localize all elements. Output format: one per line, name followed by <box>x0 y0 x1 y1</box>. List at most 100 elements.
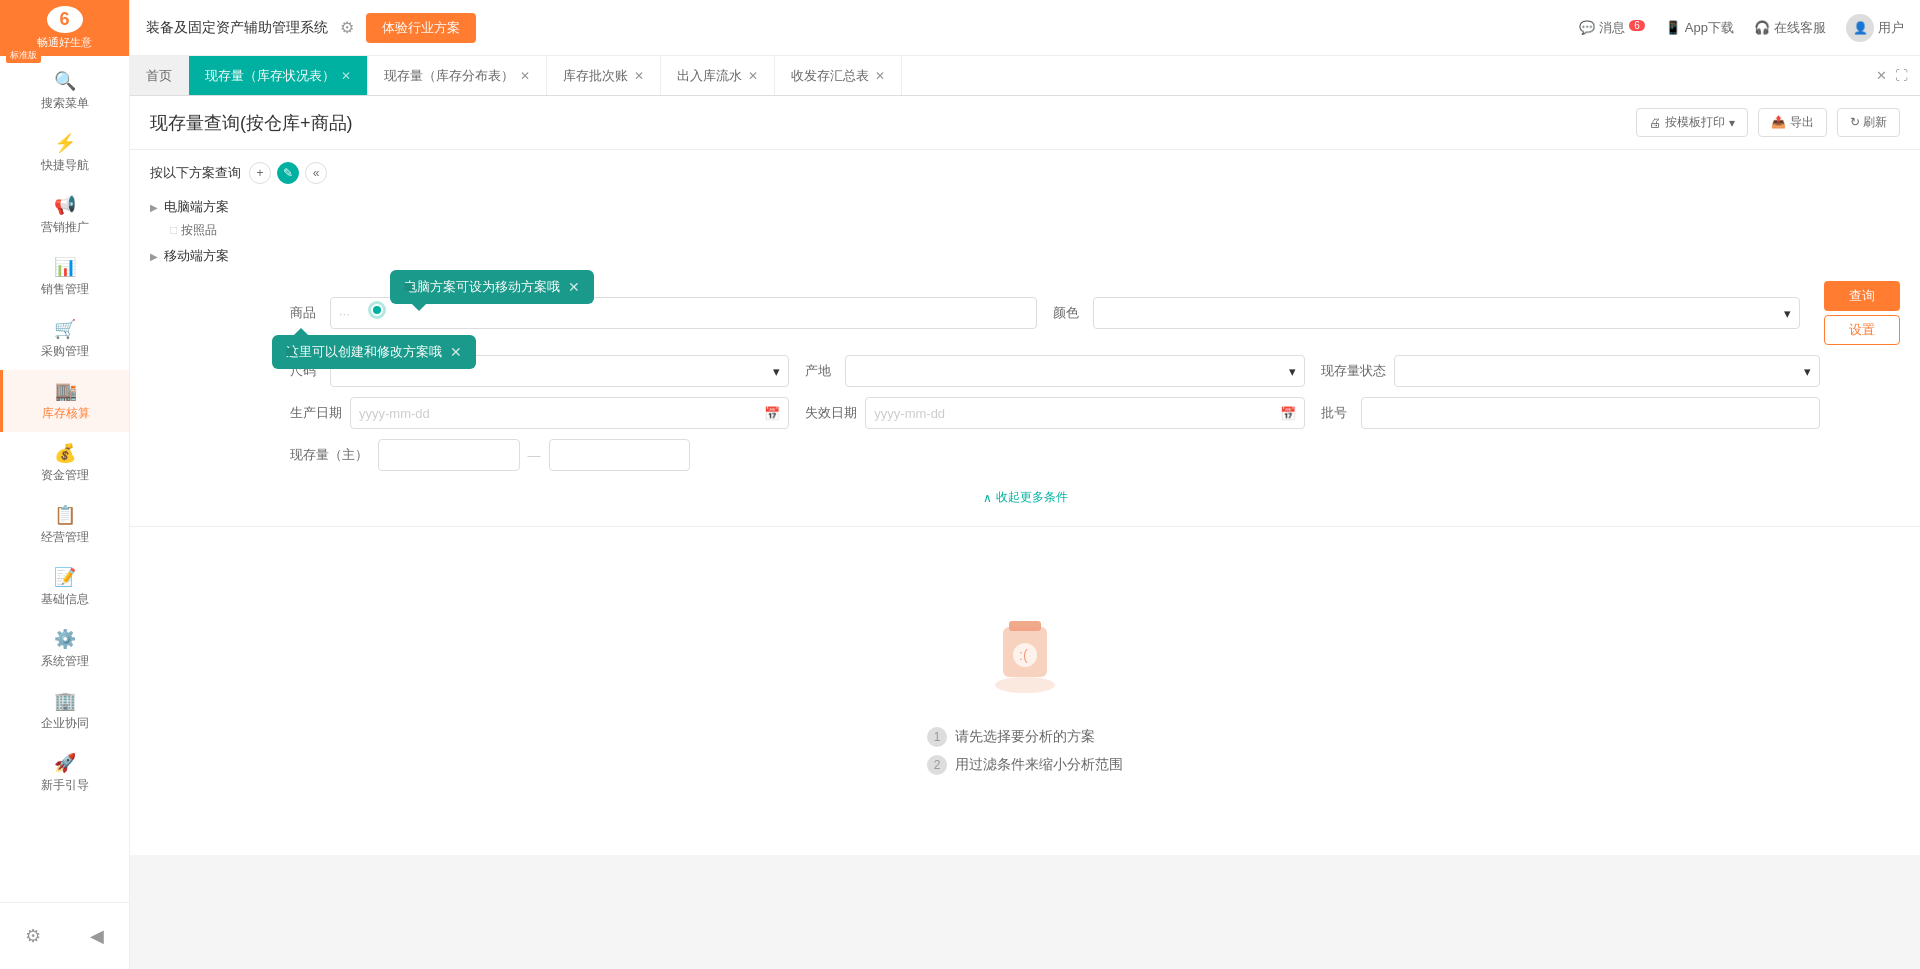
online-service-btn[interactable]: 🎧 在线客服 <box>1754 19 1826 37</box>
sidebar-item-label: 经营管理 <box>41 529 89 546</box>
color-select[interactable]: ▾ <box>1093 297 1800 329</box>
tooltip-scheme-close[interactable]: ✕ <box>568 279 580 295</box>
purchase-icon: 🛒 <box>54 318 76 340</box>
svg-text::(: :( <box>1019 647 1028 663</box>
expire-date-cal-icon: 📅 <box>1280 406 1296 421</box>
message-icon: 💬 <box>1579 20 1595 35</box>
scheme-sub-item[interactable]: □按照品 <box>150 222 1900 239</box>
online-service-label: 在线客服 <box>1774 19 1826 37</box>
header: 装备及固定资产辅助管理系统 ⚙ 体验行业方案 💬 消息 6 📱 App下载 🎧 … <box>130 0 1920 56</box>
tab-close-receive-summary[interactable]: ✕ <box>875 69 885 83</box>
refresh-btn[interactable]: ↻ 刷新 <box>1837 108 1900 137</box>
user-profile-btn[interactable]: 👤 用户 <box>1846 14 1904 42</box>
expire-date-input[interactable]: yyyy-mm-dd 📅 <box>865 397 1304 429</box>
app-download-btn[interactable]: 📱 App下载 <box>1665 19 1734 37</box>
sidebar-item-system[interactable]: ⚙️ 系统管理 <box>0 618 129 680</box>
export-btn[interactable]: 📤 导出 <box>1758 108 1826 137</box>
sidebar-item-basicinfo[interactable]: 📝 基础信息 <box>0 556 129 618</box>
header-right: 💬 消息 6 📱 App下载 🎧 在线客服 👤 用户 <box>1579 14 1904 42</box>
tab-close-inout-flow[interactable]: ✕ <box>748 69 758 83</box>
message-btn[interactable]: 💬 消息 6 <box>1579 19 1645 37</box>
stock-status-select[interactable]: ▾ <box>1394 355 1820 387</box>
scheme-pc-label: 电脑端方案 <box>164 198 229 216</box>
header-settings-icon[interactable]: ⚙ <box>340 18 354 37</box>
collapse-icon: ◀ <box>90 925 104 947</box>
tip-1-num: 1 <box>927 727 947 747</box>
page-title: 现存量查询(按仓库+商品) <box>150 111 353 135</box>
scheme-tree-mobile[interactable]: ▶ 移动端方案 <box>150 243 1900 269</box>
inventory-icon: 🏬 <box>55 380 77 402</box>
svg-rect-2 <box>1009 621 1041 631</box>
sidebar-collapse-btn[interactable]: ◀ <box>90 917 104 955</box>
sidebar-item-finance[interactable]: 💰 资金管理 <box>0 432 129 494</box>
stock-status-arrow: ▾ <box>1804 364 1811 379</box>
sidebar-settings-btn[interactable]: ⚙ <box>25 917 41 955</box>
sidebar-item-guide[interactable]: 🚀 新手引导 <box>0 742 129 804</box>
sidebar-item-enterprise[interactable]: 🏢 企业协同 <box>0 680 129 742</box>
reset-btn[interactable]: 设置 <box>1824 315 1900 345</box>
sidebar: 6 畅通好生意 标准版 🔍 搜索菜单 ⚡ 快捷导航 📢 营销推广 📊 销售管理 … <box>0 0 130 969</box>
tooltip-create-close[interactable]: ✕ <box>450 344 462 360</box>
sidebar-item-marketing[interactable]: 📢 营销推广 <box>0 184 129 246</box>
empty-tip-1: 1 请先选择要分析的方案 <box>927 727 1123 747</box>
filter-group-expire-date: 失效日期 yyyy-mm-dd 📅 <box>805 397 1304 429</box>
filter-area: 按以下方案查询 + ✎ « ▶ 电脑端方案 □按照品 <box>130 150 1920 527</box>
scheme-tree-pc[interactable]: ▶ 电脑端方案 <box>150 194 1900 220</box>
system-name: 装备及固定资产辅助管理系统 <box>146 19 328 37</box>
sidebar-item-label: 快捷导航 <box>41 157 89 174</box>
add-scheme-btn[interactable]: + <box>249 162 271 184</box>
tab-batch-ledger[interactable]: 库存批次账 ✕ <box>547 56 661 95</box>
sidebar-item-operations[interactable]: 📋 经营管理 <box>0 494 129 556</box>
tab-inventory-dist[interactable]: 现存量（库存分布表） ✕ <box>368 56 547 95</box>
tabbar-close-icon[interactable]: ✕ <box>1876 68 1887 83</box>
sidebar-item-quicknav[interactable]: ⚡ 快捷导航 <box>0 122 129 184</box>
origin-select[interactable]: ▾ <box>845 355 1304 387</box>
sales-icon: 📊 <box>54 256 76 278</box>
tab-inventory-dist-label: 现存量（库存分布表） <box>384 67 514 85</box>
sidebar-item-inventory[interactable]: 🏬 库存核算 <box>0 370 129 432</box>
header-left: 装备及固定资产辅助管理系统 ⚙ 体验行业方案 <box>146 13 476 43</box>
filter-group-stock-main: 现存量（主） — <box>290 439 690 471</box>
tabbar-fullscreen-icon[interactable]: ⛶ <box>1895 68 1908 83</box>
stock-main-max[interactable] <box>549 439 691 471</box>
edit-scheme-btn[interactable]: ✎ <box>277 162 299 184</box>
export-label: 导出 <box>1790 115 1814 129</box>
sidebar-item-sales[interactable]: 📊 销售管理 <box>0 246 129 308</box>
tab-receive-summary[interactable]: 收发存汇总表 ✕ <box>775 56 902 95</box>
template-print-btn[interactable]: 🖨 按模板打印 ▾ <box>1636 108 1748 137</box>
sidebar-item-purchase[interactable]: 🛒 采购管理 <box>0 308 129 370</box>
sidebar-item-search[interactable]: 🔍 搜索菜单 <box>0 60 129 122</box>
tab-inout-flow[interactable]: 出入库流水 ✕ <box>661 56 775 95</box>
system-icon: ⚙️ <box>54 628 76 650</box>
tree-arrow-mobile: ▶ <box>150 251 158 262</box>
tab-close-inventory-dist[interactable]: ✕ <box>520 69 530 83</box>
filter-group-origin: 产地 ▾ <box>805 355 1304 387</box>
produce-date-input[interactable]: yyyy-mm-dd 📅 <box>350 397 789 429</box>
filter-row-3: 生产日期 yyyy-mm-dd 📅 失效日期 yyyy-mm-dd 📅 <box>150 397 1900 429</box>
logo-icon: 6 <box>47 6 83 33</box>
collapse-filter-btn[interactable]: ∧ 收起更多条件 <box>150 481 1900 514</box>
tip-1-text: 请先选择要分析的方案 <box>955 728 1095 746</box>
stock-status-label: 现存量状态 <box>1321 362 1386 380</box>
batch-no-input[interactable] <box>1361 397 1820 429</box>
template-print-arrow: ▾ <box>1729 116 1735 130</box>
settings-icon: ⚙ <box>25 925 41 947</box>
basicinfo-icon: 📝 <box>54 566 76 588</box>
page-header-actions: 🖨 按模板打印 ▾ 📤 导出 ↻ 刷新 <box>1636 108 1900 137</box>
trial-btn[interactable]: 体验行业方案 <box>366 13 476 43</box>
sidebar-item-label: 资金管理 <box>41 467 89 484</box>
tooltip-scheme-tip: 电脑方案可设为移动方案哦 ✕ <box>390 270 594 304</box>
tab-close-batch-ledger[interactable]: ✕ <box>634 69 644 83</box>
batch-no-label: 批号 <box>1321 404 1353 422</box>
tooltip-scheme-text: 电脑方案可设为移动方案哦 <box>404 278 560 296</box>
empty-tips: 1 请先选择要分析的方案 2 用过滤条件来缩小分析范围 <box>927 727 1123 775</box>
enterprise-icon: 🏢 <box>54 690 76 712</box>
page-content: 现存量查询(按仓库+商品) 🖨 按模板打印 ▾ 📤 导出 ↻ 刷新 <box>130 96 1920 969</box>
tab-close-inventory-status[interactable]: ✕ <box>341 69 351 83</box>
search-btn[interactable]: 查询 <box>1824 281 1900 311</box>
stock-main-min[interactable] <box>378 439 520 471</box>
tab-home[interactable]: 首页 <box>130 56 189 95</box>
tab-inventory-status[interactable]: 现存量（库存状况表） ✕ <box>189 56 368 95</box>
produce-date-label: 生产日期 <box>290 404 342 422</box>
back-btn[interactable]: « <box>305 162 327 184</box>
